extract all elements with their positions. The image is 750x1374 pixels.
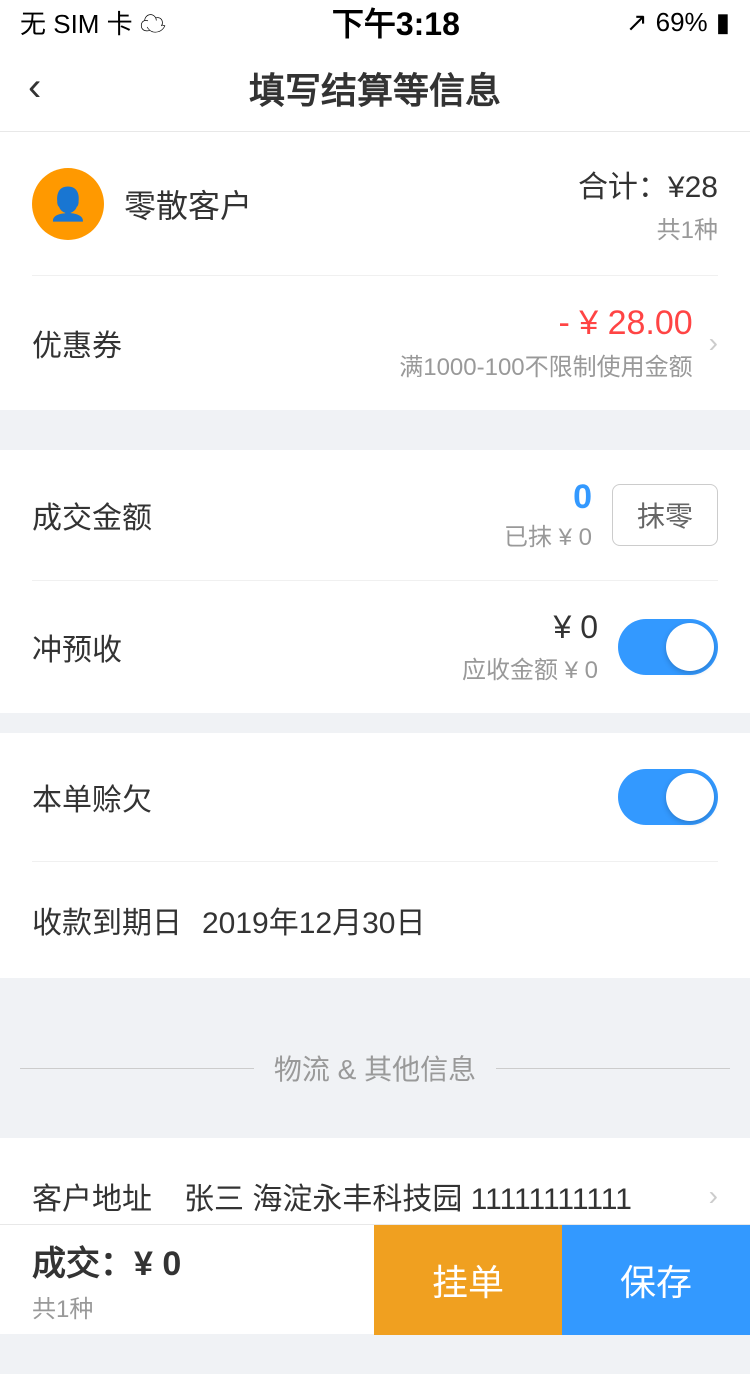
due-date-label: 收款到期日 xyxy=(32,898,182,942)
coupon-row[interactable]: 优惠券 - ¥ 28.00 满1000-100不限制使用金额 › xyxy=(0,276,750,410)
deal-prefix: 成交： xyxy=(32,1245,134,1283)
customer-count: 共1种 xyxy=(578,210,718,245)
logistics-title: 物流 & 其他信息 xyxy=(274,1048,476,1088)
debt-row: 本单赊欠 xyxy=(32,733,718,862)
status-left: 无 SIM 卡 ☁ xyxy=(20,4,166,41)
transaction-sub: 0 已抹 ¥ 0 xyxy=(504,478,592,552)
save-button[interactable]: 保存 xyxy=(562,1225,750,1335)
section-gap-3 xyxy=(0,998,750,1018)
logistics-line-right xyxy=(496,1068,730,1069)
prepayment-sub: ¥ 0 应收金额 ¥ 0 xyxy=(462,609,598,685)
avatar-icon: 👤 xyxy=(48,185,88,223)
due-date-value: 2019年12月30日 xyxy=(202,898,425,942)
battery-level: 69% xyxy=(656,7,708,38)
coupon-amount: - ¥ 28.00 xyxy=(399,304,692,343)
customer-name: 零散客户 xyxy=(124,181,252,227)
transaction-amount-row: 成交金额 0 已抹 ¥ 0 抹零 xyxy=(32,450,718,581)
bottom-bar: 成交：¥ 0 共1种 挂单 保存 xyxy=(0,1224,750,1334)
coupon-label: 优惠券 xyxy=(32,321,122,365)
status-bar: 无 SIM 卡 ☁ 下午3:18 ↗ 69% ▮ xyxy=(0,0,750,44)
prepayment-amount: ¥ 0 xyxy=(554,609,598,646)
toggle-knob xyxy=(666,623,714,671)
prepayment-note: 应收金额 ¥ 0 xyxy=(462,650,598,685)
back-button[interactable]: ‹ xyxy=(28,65,41,110)
debt-toggle-knob xyxy=(666,773,714,821)
transaction-label: 成交金额 xyxy=(32,493,152,537)
deal-amount: ¥ 0 xyxy=(134,1245,181,1283)
address-value: 张三 海淀永丰科技园 11111111111 xyxy=(184,1174,709,1218)
prepayment-toggle[interactable] xyxy=(618,619,718,675)
due-date-row: 收款到期日 2019年12月30日 xyxy=(32,862,718,978)
section-gap-1 xyxy=(0,430,750,450)
address-label: 客户地址 xyxy=(32,1174,152,1218)
customer-card: 👤 零散客户 合计：¥28 共1种 优惠券 - ¥ 28.00 满1000-10… xyxy=(0,132,750,410)
bottom-info: 成交：¥ 0 共1种 xyxy=(0,1236,374,1324)
coupon-right: - ¥ 28.00 满1000-100不限制使用金额 › xyxy=(399,304,718,382)
customer-summary: 合计：¥28 共1种 xyxy=(578,162,718,245)
debt-label: 本单赊欠 xyxy=(32,775,152,819)
already-rounded: 已抹 ¥ 0 xyxy=(504,517,592,552)
section-gap-4 xyxy=(0,1118,750,1138)
customer-row: 👤 零散客户 合计：¥28 共1种 xyxy=(0,132,750,275)
debt-toggle[interactable] xyxy=(618,769,718,825)
location-icon: ↗ xyxy=(626,7,648,38)
transaction-value: 0 xyxy=(573,478,592,517)
status-right: ↗ 69% ▮ xyxy=(626,7,730,38)
prepayment-label: 冲预收 xyxy=(32,625,122,669)
page-title: 填写结算等信息 xyxy=(249,62,501,114)
address-chevron-icon: › xyxy=(709,1180,718,1212)
customer-info: 👤 零散客户 xyxy=(32,168,252,240)
bottom-count: 共1种 xyxy=(32,1289,342,1324)
prepayment-row: 冲预收 ¥ 0 应收金额 ¥ 0 xyxy=(32,581,718,713)
amount-section: 成交金额 0 已抹 ¥ 0 抹零 冲预收 ¥ 0 应收金额 ¥ 0 xyxy=(0,450,750,713)
prepayment-right: ¥ 0 应收金额 ¥ 0 xyxy=(462,609,718,685)
bottom-deal-label: 成交：¥ 0 xyxy=(32,1236,342,1285)
chevron-right-icon: › xyxy=(709,327,718,359)
coupon-desc: 满1000-100不限制使用金额 xyxy=(399,347,692,382)
customer-total: 合计：¥28 xyxy=(578,162,718,206)
transaction-right: 0 已抹 ¥ 0 抹零 xyxy=(504,478,718,552)
section-gap-2 xyxy=(0,713,750,733)
round-off-button[interactable]: 抹零 xyxy=(612,484,718,546)
debt-section: 本单赊欠 收款到期日 2019年12月30日 xyxy=(0,733,750,978)
battery-icon: ▮ xyxy=(716,7,730,38)
logistics-line-left xyxy=(20,1068,254,1069)
status-time: 下午3:18 xyxy=(332,0,460,45)
nav-bar: ‹ 填写结算等信息 xyxy=(0,44,750,132)
avatar: 👤 xyxy=(32,168,104,240)
logistics-header: 物流 & 其他信息 xyxy=(0,1018,750,1118)
sim-status: 无 SIM 卡 ☁ xyxy=(20,4,166,41)
hang-button[interactable]: 挂单 xyxy=(374,1225,562,1335)
coupon-value: - ¥ 28.00 满1000-100不限制使用金额 xyxy=(399,304,692,382)
